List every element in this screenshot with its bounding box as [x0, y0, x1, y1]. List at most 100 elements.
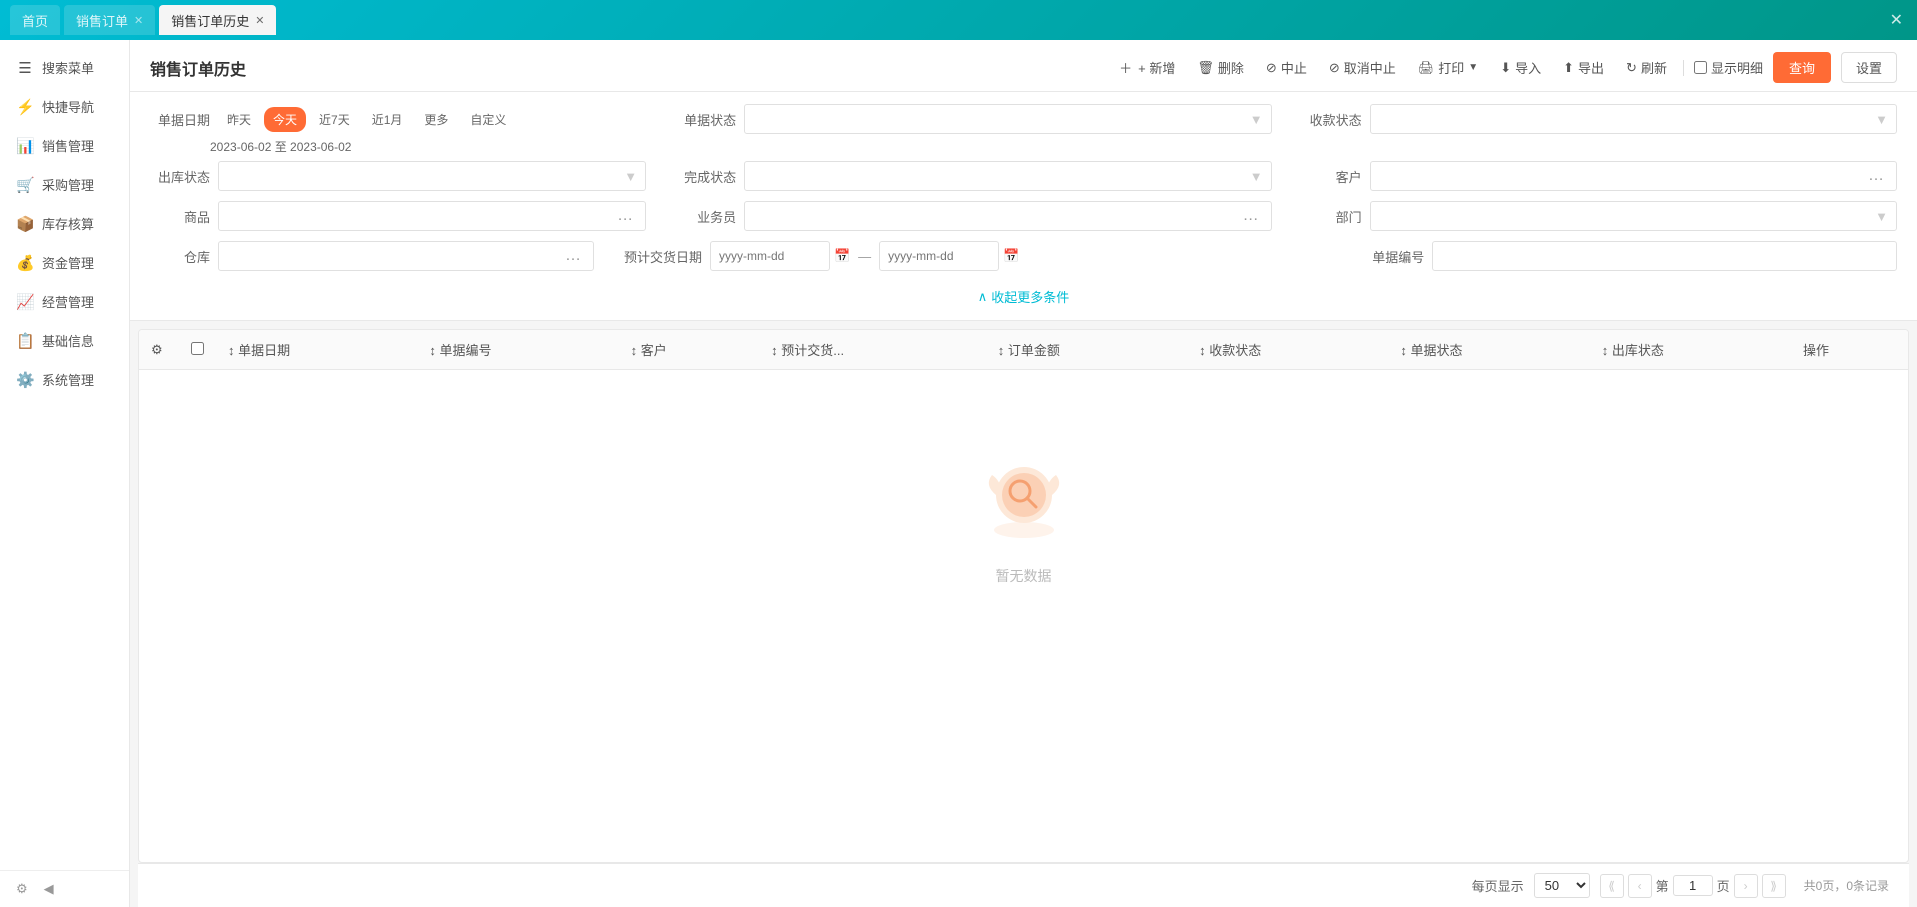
out-stock-label: 出库状态 — [150, 167, 210, 186]
refresh-icon: ↻ — [1626, 60, 1637, 76]
import-icon: ⬇ — [1500, 60, 1511, 76]
order-status-dropdown-icon: ▼ — [1250, 112, 1263, 127]
salesperson-select[interactable]: … — [744, 201, 1271, 231]
expected-delivery-start[interactable] — [710, 241, 830, 271]
top-bar: + 新增 首页 销售订单 ✕ 销售订单历史 ✕ ✕ — [0, 0, 1917, 40]
new-button[interactable]: ＋ + 新增 — [1113, 54, 1181, 81]
department-select[interactable]: ▼ — [1370, 201, 1897, 231]
customer-select[interactable]: … — [1370, 161, 1897, 191]
calendar-start-icon[interactable]: 📅 — [834, 248, 850, 264]
sidebar-item-inventory-calc[interactable]: 📦 库存核算 — [0, 204, 129, 243]
prev-page-button[interactable]: ‹ — [1628, 874, 1652, 898]
warehouse-select[interactable]: … — [218, 241, 594, 271]
stop-button[interactable]: ⊘ 中止 — [1260, 54, 1313, 81]
empty-illustration — [974, 450, 1074, 550]
th-number[interactable]: ↕ 单据编号 — [417, 330, 618, 370]
date-btn-yesterday[interactable]: 昨天 — [218, 107, 260, 132]
collapse-conditions[interactable]: ∧ 收起更多条件 — [150, 281, 1897, 308]
product-ellipsis[interactable]: … — [613, 207, 637, 225]
sidebar-item-finance-mgmt[interactable]: 💰 资金管理 — [0, 243, 129, 282]
th-amount[interactable]: ↕ 订单金额 — [986, 330, 1187, 370]
inventory-calc-icon: 📦 — [16, 215, 34, 233]
close-all-tabs[interactable]: ✕ — [1886, 6, 1907, 34]
settings-gear-icon[interactable]: ⚙ — [151, 342, 163, 357]
filter-item-customer: 客户 … — [1302, 161, 1897, 191]
next-page-button[interactable]: › — [1734, 874, 1758, 898]
sidebar-item-basic-info[interactable]: 📋 基础信息 — [0, 321, 129, 360]
tab-sales-order-history[interactable]: 销售订单历史 ✕ — [159, 5, 276, 35]
settings-button[interactable]: 设置 — [1841, 52, 1897, 83]
export-button[interactable]: ⬆ 导出 — [1557, 54, 1610, 81]
salesperson-label: 业务员 — [676, 207, 736, 226]
out-stock-select[interactable]: ▼ — [218, 161, 646, 191]
payment-status-select[interactable]: ▼ — [1370, 104, 1897, 134]
tab-home[interactable]: + 新增 首页 — [10, 5, 60, 35]
th-expected-delivery[interactable]: ↕ 预计交货... — [759, 330, 986, 370]
show-detail-checkbox-label[interactable]: 显示明细 — [1694, 58, 1763, 77]
th-customer[interactable]: ↕ 客户 — [619, 330, 760, 370]
filter-item-complete-status: 完成状态 ▼ — [676, 161, 1271, 191]
calendar-end-icon[interactable]: 📅 — [1003, 248, 1019, 264]
date-btn-more[interactable]: 更多 — [415, 107, 457, 132]
th-order-status[interactable]: ↕ 单据状态 — [1388, 330, 1589, 370]
complete-status-dropdown-icon: ▼ — [1250, 169, 1263, 184]
customer-ellipsis[interactable]: … — [1864, 167, 1888, 185]
sidebar-settings-icon[interactable]: ⚙ — [16, 881, 28, 897]
tab-sales-order[interactable]: 销售订单 ✕ — [64, 5, 155, 35]
page-input[interactable] — [1673, 875, 1713, 896]
complete-status-select[interactable]: ▼ — [744, 161, 1271, 191]
sidebar-item-purchase-mgmt[interactable]: 🛒 采购管理 — [0, 165, 129, 204]
empty-state: 暂无数据 — [139, 370, 1908, 666]
sidebar-item-quick-nav[interactable]: ⚡ 快捷导航 — [0, 87, 129, 126]
date-btn-1month[interactable]: 近1月 — [363, 107, 412, 132]
th-out-stock-status[interactable]: ↕ 出库状态 — [1590, 330, 1791, 370]
print-button[interactable]: 🖨 打印 ▼ — [1412, 54, 1484, 81]
last-page-button[interactable]: ⟫ — [1762, 874, 1786, 898]
sys-mgmt-icon: ⚙️ — [16, 371, 34, 389]
th-checkbox[interactable] — [179, 330, 216, 370]
select-all-checkbox[interactable] — [191, 342, 204, 355]
query-button[interactable]: 查询 — [1773, 52, 1831, 83]
print-dropdown-icon: ▼ — [1468, 62, 1478, 73]
ops-mgmt-icon: 📈 — [16, 293, 34, 311]
show-detail-checkbox[interactable] — [1694, 61, 1707, 74]
order-status-label: 单据状态 — [676, 110, 736, 129]
import-button[interactable]: ⬇ 导入 — [1494, 54, 1547, 81]
expected-delivery-end[interactable] — [879, 241, 999, 271]
tab-sales-order-close[interactable]: ✕ — [134, 14, 143, 27]
salesperson-ellipsis[interactable]: … — [1239, 207, 1263, 225]
th-operation: 操作 — [1791, 330, 1908, 370]
date-btn-today[interactable]: 今天 — [264, 107, 306, 132]
search-menu-icon: ☰ — [16, 59, 34, 77]
product-label: 商品 — [150, 207, 210, 226]
sidebar-item-sales-mgmt[interactable]: 📊 销售管理 — [0, 126, 129, 165]
sidebar-collapse-icon[interactable]: ◀ — [44, 881, 54, 897]
warehouse-ellipsis[interactable]: … — [561, 247, 585, 265]
cancel-stop-button[interactable]: ⊘ 取消中止 — [1323, 54, 1402, 81]
per-page-select[interactable]: 50 10 20 100 — [1534, 873, 1590, 898]
sidebar-item-sys-mgmt[interactable]: ⚙️ 系统管理 — [0, 360, 129, 399]
date-range-text: 2023-06-02 至 2023-06-02 — [210, 140, 351, 154]
filter-item-expected-delivery: 预计交货日期 📅 — 📅 — [624, 241, 1334, 271]
th-settings[interactable]: ⚙ — [139, 330, 179, 370]
collapse-chevron-icon: ∧ — [978, 289, 988, 305]
sidebar-item-search-menu[interactable]: ☰ 搜索菜单 — [0, 48, 129, 87]
date-label: 单据日期 — [150, 110, 210, 129]
th-date[interactable]: ↕ 单据日期 — [216, 330, 417, 370]
page-header: 销售订单历史 ＋ + 新增 🗑 删除 ⊘ 中止 ⊘ 取消中止 — [130, 40, 1917, 92]
order-status-select[interactable]: ▼ — [744, 104, 1271, 134]
date-btn-7days[interactable]: 近7天 — [310, 107, 359, 132]
date-btn-custom[interactable]: 自定义 — [461, 107, 515, 132]
tab-sales-order-history-close[interactable]: ✕ — [255, 14, 264, 27]
product-select[interactable]: … — [218, 201, 646, 231]
delete-button[interactable]: 🗑 删除 — [1191, 54, 1250, 81]
payment-status-control: ▼ — [1370, 104, 1897, 134]
table-area: ⚙ ↕ 单据日期 ↕ 单据编号 — [138, 329, 1909, 863]
refresh-button[interactable]: ↻ 刷新 — [1620, 54, 1673, 81]
th-payment-status[interactable]: ↕ 收款状态 — [1187, 330, 1388, 370]
sidebar-item-ops-mgmt[interactable]: 📈 经营管理 — [0, 282, 129, 321]
date-control: 昨天 今天 近7天 近1月 更多 自定义 — [218, 107, 646, 132]
first-page-button[interactable]: ⟪ — [1600, 874, 1624, 898]
expected-delivery-label: 预计交货日期 — [624, 247, 702, 266]
order-number-input[interactable] — [1432, 241, 1897, 271]
